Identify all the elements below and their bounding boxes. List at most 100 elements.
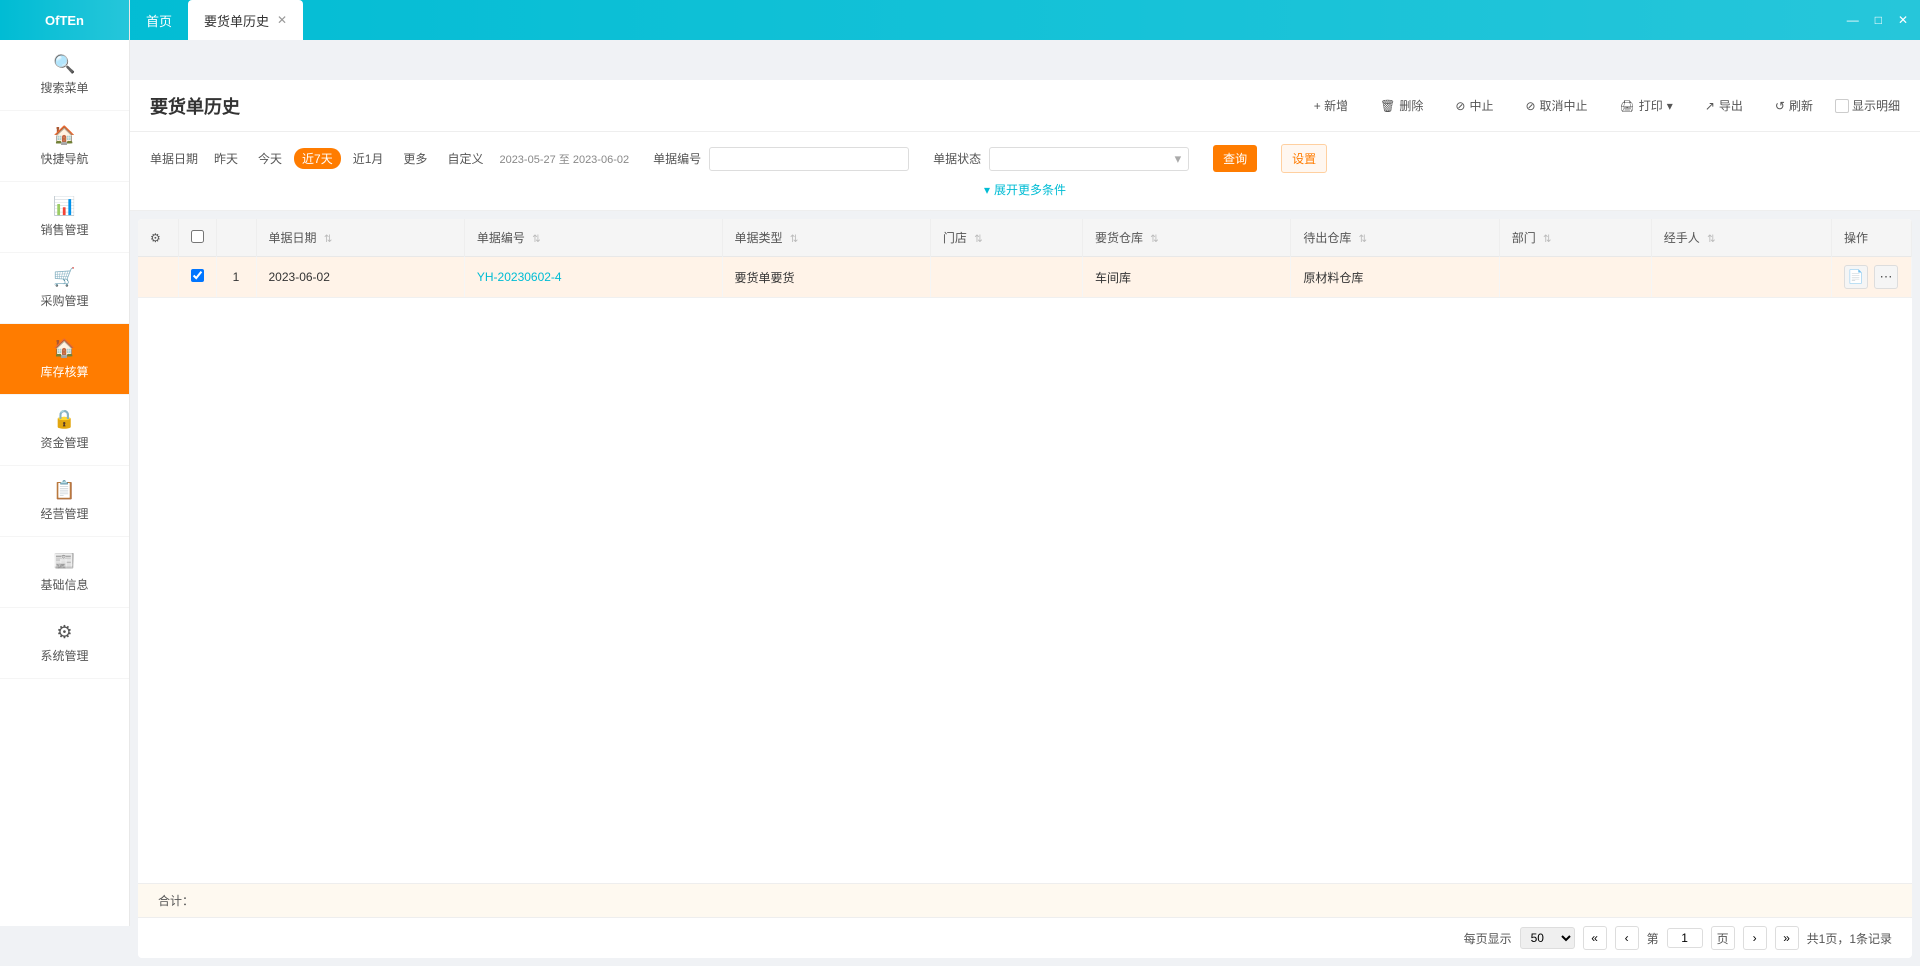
pagination: 每页显示 50 20 100 « ‹ 第 页 › » 共1页，1条记录 — [138, 917, 1912, 958]
col-doc-no[interactable]: 单据编号 ⇅ — [464, 219, 722, 257]
row-checkbox-cell[interactable] — [178, 257, 216, 298]
table-empty-space — [138, 298, 1912, 883]
row-dept-cell — [1499, 257, 1651, 298]
query-button[interactable]: 查询 — [1213, 145, 1257, 172]
page-next-btn[interactable]: › — [1743, 926, 1767, 950]
page-number-input[interactable] — [1667, 928, 1703, 948]
main-content: 要货单历史 + 新增 🗑 删除 ⊘ 中止 ⊘ 取消中止 🖨 打印 ▾ ↗ — [130, 80, 1920, 966]
status-label: 单据状态 — [933, 150, 981, 167]
doc-no-label: 单据编号 — [653, 150, 701, 167]
page-last-btn[interactable]: » — [1775, 926, 1799, 950]
window-minimize[interactable]: — — [1847, 13, 1859, 27]
data-table: ⚙ 单据日期 ⇅ 单据编号 ⇅ 单据类型 ⇅ — [138, 219, 1912, 298]
settings-button[interactable]: 设置 — [1281, 144, 1327, 173]
row-pending-warehouse-cell: 原材料仓库 — [1291, 257, 1499, 298]
sidebar-item-operations[interactable]: 📋 经营管理 — [0, 466, 129, 537]
row-checkbox[interactable] — [191, 269, 204, 282]
col-doc-date[interactable]: 单据日期 ⇅ — [256, 219, 464, 257]
print-dropdown-icon: ▾ — [1667, 99, 1673, 113]
row-doc-no-link[interactable]: YH-20230602-4 — [477, 270, 562, 284]
window-close[interactable]: ✕ — [1898, 13, 1908, 27]
expand-more-icon: ▾ — [984, 183, 990, 197]
date-btn-today[interactable]: 今天 — [250, 148, 290, 169]
status-filter-group: 单据状态 — [933, 147, 1189, 171]
date-filter-label: 单据日期 — [150, 150, 198, 167]
status-select[interactable] — [989, 147, 1189, 171]
sort-handler-icon: ⇅ — [1707, 234, 1715, 245]
export-icon: ↗ — [1705, 99, 1715, 113]
suspend-button[interactable]: ⊘ 中止 — [1445, 92, 1503, 119]
page-prev-btn[interactable]: ‹ — [1615, 926, 1639, 950]
page-first-btn[interactable]: « — [1583, 926, 1607, 950]
select-all-checkbox[interactable] — [191, 230, 204, 243]
app-logo: OfTEn — [0, 0, 129, 40]
row-settings-cell — [138, 257, 178, 298]
page-label-before: 第 — [1647, 930, 1659, 947]
top-bar: 首页 要货单历史 ✕ — □ ✕ — [0, 0, 1920, 40]
row-edit-btn[interactable]: 📄 — [1844, 265, 1868, 289]
date-btn-more[interactable]: 更多 — [395, 148, 435, 169]
row-doc-date-cell: 2023-06-02 — [256, 257, 464, 298]
sidebar-item-system[interactable]: ⚙ 系统管理 — [0, 608, 129, 679]
system-icon: ⚙ — [56, 622, 72, 643]
col-settings[interactable]: ⚙ — [138, 219, 178, 257]
toolbar: + 新增 🗑 删除 ⊘ 中止 ⊘ 取消中止 🖨 打印 ▾ ↗ 导出 — [1304, 92, 1900, 119]
doc-no-filter-group: 单据编号 — [653, 147, 909, 171]
table-header: ⚙ 单据日期 ⇅ 单据编号 ⇅ 单据类型 ⇅ — [138, 219, 1912, 257]
sidebar-item-purchase[interactable]: 🛒 采购管理 — [0, 253, 129, 324]
operations-icon: 📋 — [53, 480, 75, 501]
date-btn-yesterday[interactable]: 昨天 — [206, 148, 246, 169]
new-button[interactable]: + 新增 — [1304, 92, 1358, 119]
sidebar-item-quick-nav[interactable]: 🏠 快捷导航 — [0, 111, 129, 182]
total-info: 共1页，1条记录 — [1807, 930, 1892, 947]
display-detail-toggle[interactable]: 显示明细 — [1835, 97, 1900, 114]
sidebar-item-basic-info[interactable]: 📰 基础信息 — [0, 537, 129, 608]
date-btn-1month[interactable]: 近1月 — [345, 148, 392, 169]
basic-info-icon: 📰 — [53, 551, 75, 572]
col-operation: 操作 — [1832, 219, 1912, 257]
date-btn-custom[interactable]: 自定义 — [439, 148, 491, 169]
export-button[interactable]: ↗ 导出 — [1695, 92, 1753, 119]
sidebar-item-search-menu[interactable]: 🔍 搜索菜单 — [0, 40, 129, 111]
col-pending-warehouse[interactable]: 待出仓库 ⇅ — [1291, 219, 1499, 257]
display-detail-checkbox[interactable] — [1835, 99, 1849, 113]
delete-icon: 🗑 — [1380, 99, 1395, 113]
delete-button[interactable]: 🗑 删除 — [1370, 92, 1433, 119]
col-req-warehouse[interactable]: 要货仓库 ⇅ — [1082, 219, 1290, 257]
col-handler[interactable]: 经手人 ⇅ — [1651, 219, 1831, 257]
tab-close-icon[interactable]: ✕ — [277, 13, 287, 27]
col-doc-type[interactable]: 单据类型 ⇅ — [722, 219, 930, 257]
sum-label: 合计： — [158, 892, 194, 909]
col-checkbox[interactable] — [178, 219, 216, 257]
home-icon: 🏠 — [53, 125, 75, 146]
doc-no-input[interactable] — [709, 147, 909, 171]
row-operation-cell: 📄 ⋯ — [1832, 257, 1912, 298]
cancel-suspend-button[interactable]: ⊘ 取消中止 — [1515, 92, 1597, 119]
sort-doc-date-icon: ⇅ — [324, 234, 332, 245]
sidebar-item-inventory[interactable]: 🏠 库存核算 — [0, 324, 129, 395]
page-title: 要货单历史 — [150, 93, 240, 119]
window-controls: — □ ✕ — [1847, 13, 1908, 27]
tab-order-history[interactable]: 要货单历史 ✕ — [188, 0, 303, 40]
suspend-icon: ⊘ — [1455, 99, 1465, 113]
col-dept[interactable]: 部门 ⇅ — [1499, 219, 1651, 257]
tab-home[interactable]: 首页 — [130, 0, 188, 40]
row-more-btn[interactable]: ⋯ — [1874, 265, 1898, 289]
col-store[interactable]: 门店 ⇅ — [930, 219, 1082, 257]
window-maximize[interactable]: □ — [1875, 13, 1882, 27]
sort-doc-type-icon: ⇅ — [790, 234, 798, 245]
expand-more-btn[interactable]: ▾ 展开更多条件 — [150, 181, 1900, 198]
sidebar: OfTEn 🔍 搜索菜单 🏠 快捷导航 📊 销售管理 🛒 采购管理 🏠 库存核算… — [0, 0, 130, 926]
row-num-cell: 1 — [216, 257, 256, 298]
print-button[interactable]: 🖨 打印 ▾ — [1610, 92, 1683, 119]
sidebar-item-finance[interactable]: 🔒 资金管理 — [0, 395, 129, 466]
table-row[interactable]: 1 2023-06-02 YH-20230602-4 要货单要货 车间库 原材料… — [138, 257, 1912, 298]
page-size-select[interactable]: 50 20 100 — [1520, 927, 1575, 949]
page-header: 要货单历史 + 新增 🗑 删除 ⊘ 中止 ⊘ 取消中止 🖨 打印 ▾ ↗ — [130, 80, 1920, 132]
date-btn-7days[interactable]: 近7天 — [294, 148, 341, 169]
row-handler-cell — [1651, 257, 1831, 298]
refresh-button[interactable]: ↺ 刷新 — [1765, 92, 1823, 119]
sidebar-item-sales[interactable]: 📊 销售管理 — [0, 182, 129, 253]
filter-area: 单据日期 昨天 今天 近7天 近1月 更多 自定义 2023-05-27 至 2… — [130, 132, 1920, 211]
cancel-suspend-icon: ⊘ — [1525, 99, 1535, 113]
